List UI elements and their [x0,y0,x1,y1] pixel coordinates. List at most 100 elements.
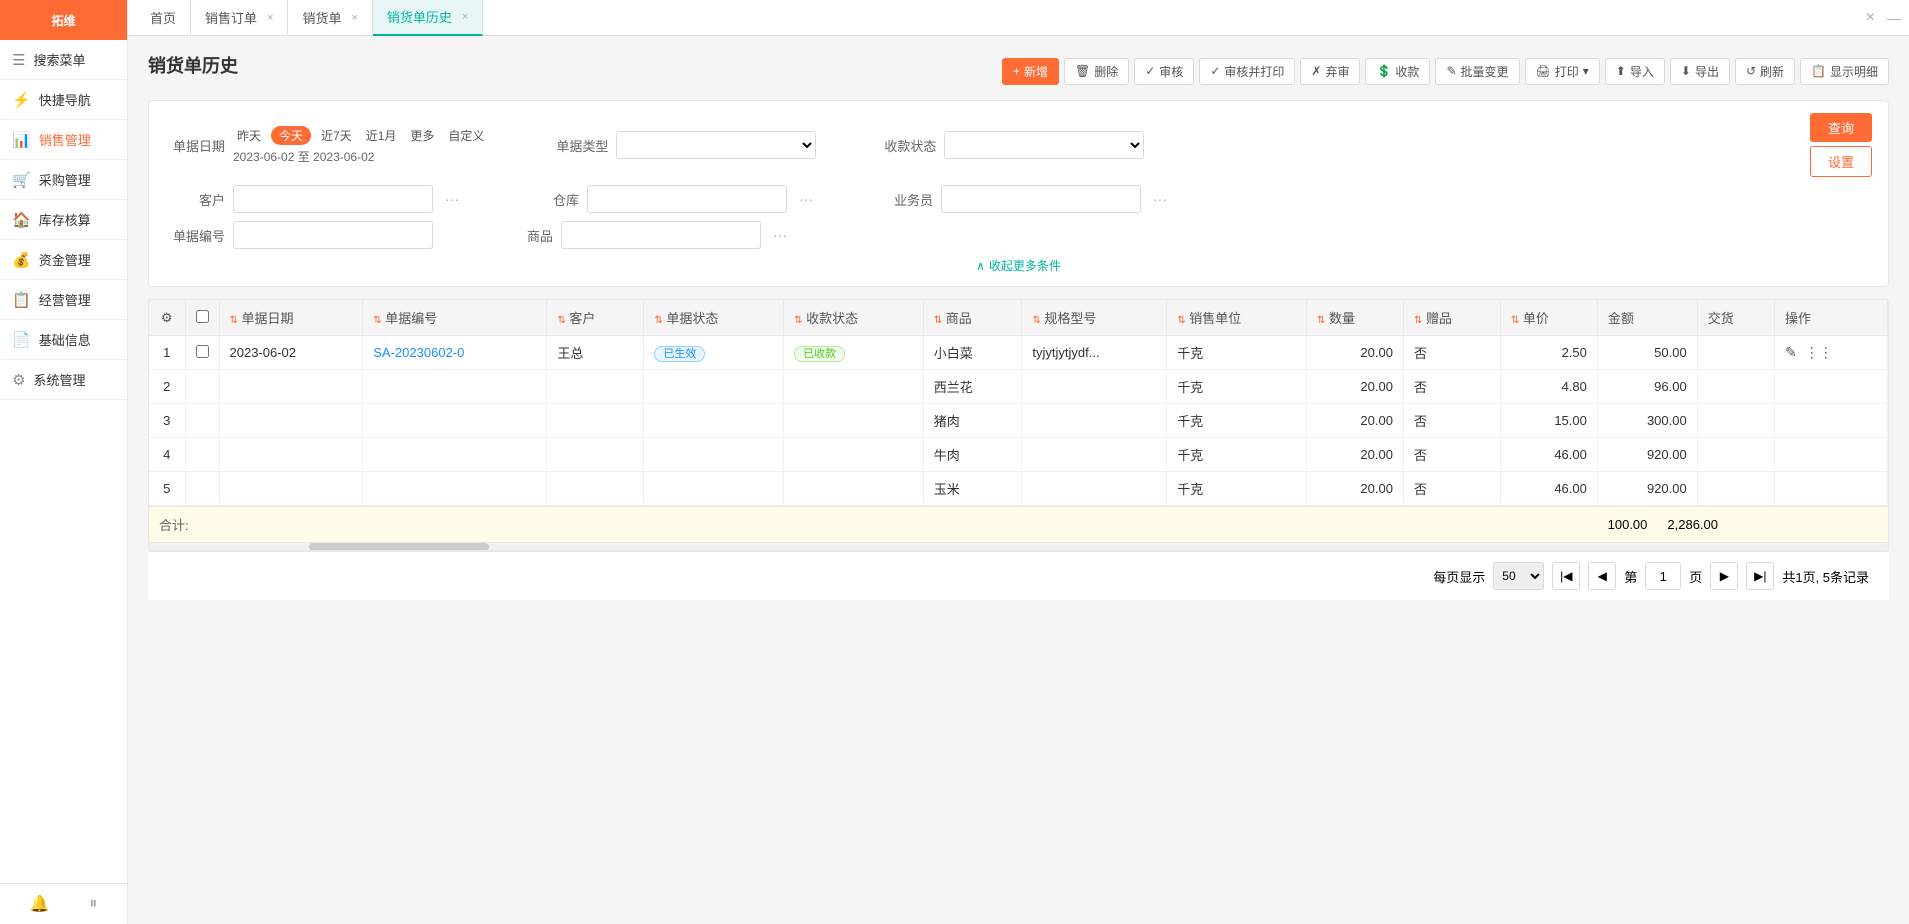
collapse-btn[interactable]: ∧ 收起更多条件 [165,257,1872,274]
warehouse-label: 仓库 [519,190,579,209]
show-detail-button[interactable]: 📋 显示明细 [1800,58,1889,85]
table-section: ⚙ ⇅ 单据日期 ⇅ 单据编号 ⇅ 客户 ⇅ 单据状态 ⇅ 收款状态 ⇅ 商品 … [148,299,1889,551]
audit-button[interactable]: ✓ 审核 [1134,58,1194,85]
warehouse-input[interactable] [587,185,787,213]
customer-dots-btn[interactable]: ··· [445,191,459,207]
next-page-btn[interactable]: ▶ [1710,562,1738,590]
table-row: 4 牛肉 千克 20.00 否 46.00 920.00 [149,438,1888,472]
tab-sales-order-close[interactable]: × [267,12,273,24]
tab-sales-history-close[interactable]: × [462,11,468,23]
row-amount: 96.00 [1597,370,1697,404]
sidebar-item-search-menu[interactable]: ☰ 搜索菜单 [0,40,127,80]
doc-no-link[interactable]: SA-20230602-0 [373,345,464,360]
row-transaction [1697,370,1774,404]
row-doc-status [644,404,784,438]
sidebar-item-finance-mgmt[interactable]: 💰 资金管理 [0,240,127,280]
more-icon[interactable]: ⋮⋮ [1805,344,1833,361]
custom-btn[interactable]: 自定义 [444,126,488,145]
quick-nav-icon: ⚡ [12,91,31,109]
col-settings[interactable]: ⚙ [149,300,185,336]
page-size-select[interactable]: 50 20 100 [1493,562,1544,590]
row-qty: 20.00 [1306,404,1403,438]
doc-no-label: 单据编号 [165,226,225,245]
scrollbar-thumb[interactable] [309,543,489,551]
sidebar-item-inventory[interactable]: 🏠 库存核算 [0,200,127,240]
sidebar-item-purchase-mgmt[interactable]: 🛒 采购管理 [0,160,127,200]
row-doc-status [644,370,784,404]
payment-status-select[interactable] [944,131,1144,159]
window-minimize-icon[interactable]: — [1887,10,1901,26]
sidebar-item-sales-mgmt[interactable]: 📊 销售管理 [0,120,127,160]
sidebar-item-operations-mgmt[interactable]: 📋 经营管理 [0,280,127,320]
setting-button[interactable]: 设置 [1810,146,1872,177]
batch-change-button[interactable]: ✎ 批量变更 [1435,58,1519,85]
sidebar-item-system-mgmt[interactable]: ⚙ 系统管理 [0,360,127,400]
select-all-checkbox[interactable] [196,310,209,323]
row-checkbox[interactable] [185,438,219,472]
goods-input[interactable] [561,221,761,249]
tab-sales-order[interactable]: 销售订单 × [191,0,288,36]
row-checkbox[interactable] [185,404,219,438]
warehouse-filter: 仓库 ··· [519,185,813,213]
doc-type-select[interactable] [616,131,816,159]
row-spec [1022,370,1167,404]
export-button[interactable]: ⬇ 导出 [1670,58,1730,85]
warehouse-dots-btn[interactable]: ··· [799,191,813,207]
row-num: 3 [149,404,185,438]
row-goods: 牛肉 [923,438,1022,472]
import-button[interactable]: ⬆ 导入 [1605,58,1665,85]
row-qty: 20.00 [1306,438,1403,472]
doc-no-input[interactable] [233,221,433,249]
row-checkbox[interactable] [185,472,219,506]
receive-button[interactable]: 💲 收款 [1365,58,1430,85]
row-checkbox[interactable] [185,336,219,370]
import-icon: ⬆ [1616,64,1626,78]
today-btn[interactable]: 今天 [271,126,311,145]
row-select-checkbox[interactable] [196,345,209,358]
sidebar-item-basic-info[interactable]: 📄 基础信息 [0,320,127,360]
page-number-input[interactable] [1645,562,1681,590]
abandon-button[interactable]: ✗ 弃审 [1300,58,1360,85]
sidebar-item-label: 系统管理 [33,370,85,389]
customer-input[interactable] [233,185,433,213]
col-actions: 操作 [1774,300,1887,336]
add-button[interactable]: + 新增 [1002,58,1059,85]
col-doc-status: ⇅ 单据状态 [644,300,784,336]
more-btn[interactable]: 更多 [406,126,438,145]
audit-print-button[interactable]: ✓ 审核并打印 [1199,58,1295,85]
tab-sales-delivery-close[interactable]: × [351,12,357,24]
last-page-btn[interactable]: ▶| [1746,562,1774,590]
last1m-btn[interactable]: 近1月 [362,126,401,145]
row-num: 1 [149,336,185,370]
yesterday-btn[interactable]: 昨天 [233,126,265,145]
row-doc-status [644,472,784,506]
salesperson-input[interactable] [941,185,1141,213]
payment-status-filter: 收款状态 [876,131,1144,159]
tab-sales-history[interactable]: 销货单历史 × [373,0,483,36]
refresh-button[interactable]: ↺ 刷新 [1735,58,1795,85]
sidebar-item-quick-nav[interactable]: ⚡ 快捷导航 [0,80,127,120]
query-button[interactable]: 查询 [1810,113,1872,142]
window-close-icon[interactable]: × [1866,9,1875,27]
pause-icon[interactable]: ⏸ [89,895,97,913]
delete-button[interactable]: 🗑 删除 [1064,58,1129,85]
first-page-btn[interactable]: |◀ [1552,562,1580,590]
edit-icon[interactable]: ✎ [1785,344,1797,361]
last7-btn[interactable]: 近7天 [317,126,356,145]
salesperson-dots-btn[interactable]: ··· [1153,191,1167,207]
tab-home[interactable]: 首页 [136,0,191,36]
prev-page-btn[interactable]: ◀ [1588,562,1616,590]
col-checkbox[interactable] [185,300,219,336]
doc-no-filter: 单据编号 [165,221,433,249]
row-amount: 920.00 [1597,472,1697,506]
row-unit: 千克 [1167,336,1307,370]
horizontal-scrollbar[interactable] [149,542,1888,550]
row-checkbox[interactable] [185,370,219,404]
print-button[interactable]: 🖨 打印 ▾ [1525,58,1600,85]
table-row: 1 2023-06-02 SA-20230602-0 王总 已生效 已收款 小白… [149,336,1888,370]
goods-dots-btn[interactable]: ··· [773,227,787,243]
print-icon: 🖨 [1536,64,1551,78]
tab-sales-delivery[interactable]: 销货单 × [288,0,372,36]
tab-sales-order-label: 销售订单 [205,8,257,27]
bell-icon[interactable]: 🔔 [30,894,50,914]
